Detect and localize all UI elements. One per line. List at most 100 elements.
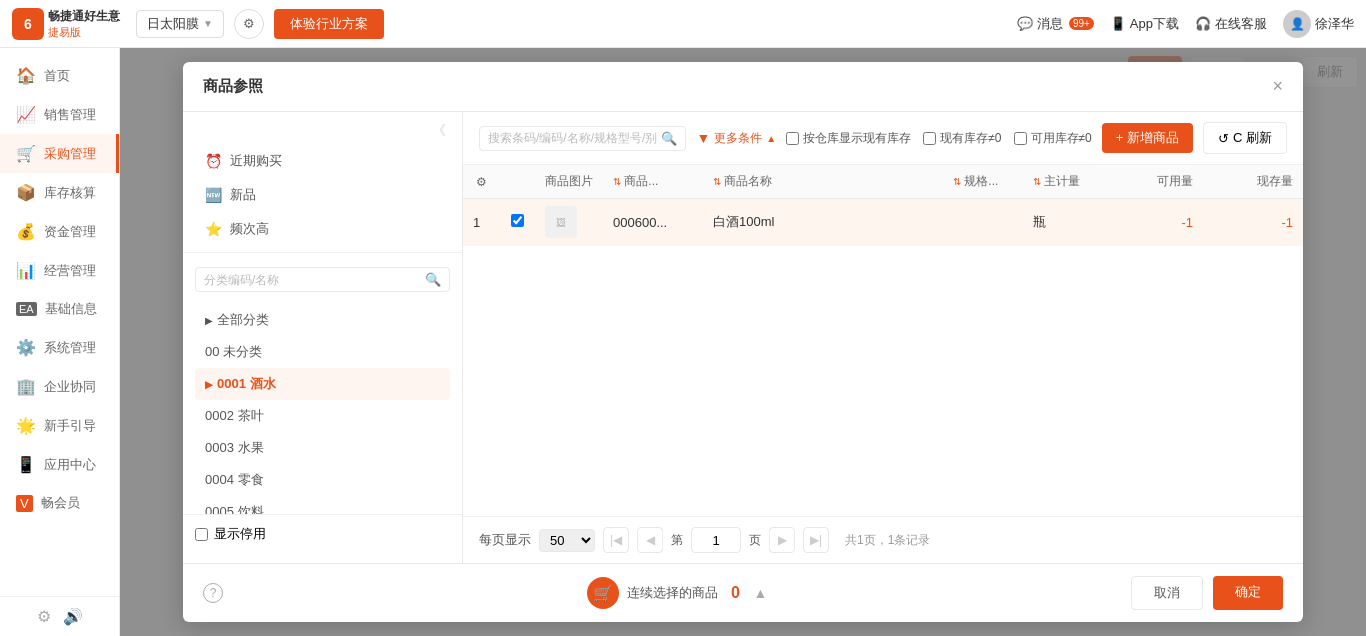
left-nav-recent[interactable]: ⏰ 近期购买	[195, 144, 450, 178]
category-item-0004[interactable]: 0004 零食	[195, 464, 450, 496]
sidebar-item-apps[interactable]: 📱 应用中心	[0, 445, 119, 484]
page-input[interactable]: 1	[691, 527, 741, 553]
cart-icon[interactable]: 🛒	[587, 577, 619, 609]
category-item-0001[interactable]: ▶ 0001 酒水	[195, 368, 450, 400]
sidebar-label: 应用中心	[44, 456, 96, 474]
check-warehouse-stock[interactable]: 按仓库显示现有库存	[786, 130, 911, 147]
settings-bottom-icon[interactable]: ⚙	[37, 607, 51, 626]
sidebar-item-enterprise[interactable]: 🏢 企业协同	[0, 367, 119, 406]
page-size-select[interactable]: 50 10 20 100	[539, 529, 595, 552]
category-item-0003[interactable]: 0003 水果	[195, 432, 450, 464]
filter-more-btn[interactable]: ▼ 更多条件 ▲	[696, 130, 776, 147]
main-layout: 🏠 首页 📈 销售管理 🛒 采购管理 📦 库存核算 💰 资金管理 📊 经营管理 …	[0, 48, 1366, 636]
close-icon[interactable]: ×	[1272, 76, 1283, 97]
modal-body: 《 ⏰ 近期购买 🆕 新品 ⭐	[183, 112, 1303, 563]
sidebar-label: 首页	[44, 67, 70, 85]
row-seq: 1	[463, 199, 499, 246]
filter-checkboxes: 按仓库显示现有库存 现有库存≠0 可用库存≠0	[786, 130, 1092, 147]
table-row[interactable]: 1 🖼 000600... 白酒100ml	[463, 199, 1303, 246]
basic-icon: EA	[16, 302, 37, 316]
product-search-input[interactable]	[488, 131, 657, 145]
refresh-btn[interactable]: ↺ C 刷新	[1203, 122, 1287, 154]
category-item-0005[interactable]: 0005 饮料	[195, 496, 450, 514]
col-settings[interactable]: ⚙	[463, 165, 499, 199]
product-table: ⚙ 商品图片 ⇅ 商品... ⇅	[463, 165, 1303, 246]
left-nav-new[interactable]: 🆕 新品	[195, 178, 450, 212]
category-list: ▶ 全部分类 00 未分类 ▶ 0001 酒水 0002 茶	[183, 300, 462, 514]
logo-icon: 6	[12, 8, 44, 40]
category-item-00[interactable]: 00 未分类	[195, 336, 450, 368]
new-icon: 🆕	[205, 187, 222, 203]
modal-overlay: 商品参照 × 《 ⏰ 近期购买	[120, 48, 1366, 636]
col-spec[interactable]: ⇅ 规格...	[943, 165, 1023, 199]
cart-collapse-icon[interactable]: ▲	[754, 585, 768, 601]
refresh-icon: ↺	[1218, 131, 1229, 146]
category-name: 0003 水果	[205, 439, 264, 457]
col-img: 商品图片	[535, 165, 603, 199]
exp-btn[interactable]: 体验行业方案	[274, 9, 384, 39]
purchase-icon: 🛒	[16, 144, 36, 163]
category-name: 0002 茶叶	[205, 407, 264, 425]
sidebar-item-finance[interactable]: 💰 资金管理	[0, 212, 119, 251]
sidebar-item-guide[interactable]: 🌟 新手引导	[0, 406, 119, 445]
category-name: 全部分类	[217, 311, 269, 329]
sidebar-label: 畅会员	[41, 494, 80, 512]
sidebar-label: 库存核算	[44, 184, 96, 202]
next-page-btn[interactable]: ▶	[769, 527, 795, 553]
nav-selector[interactable]: 日太阳膜 ▼	[136, 10, 224, 38]
mobile-icon: 📱	[1110, 16, 1126, 31]
prev-page-btn[interactable]: ◀	[637, 527, 663, 553]
modal-footer: ? 🛒 连续选择的商品 0 ▲ 取消 确定	[183, 563, 1303, 622]
content-area: 刷新 查询 设置 商品参照 × 《	[120, 48, 1366, 636]
apps-icon: 📱	[16, 455, 36, 474]
product-table-wrap: ⚙ 商品图片 ⇅ 商品... ⇅	[463, 165, 1303, 516]
collapse-icon[interactable]: 《	[428, 122, 450, 140]
sidebar-item-member[interactable]: V 畅会员	[0, 484, 119, 522]
sort-icon: ⇅	[1033, 176, 1041, 187]
sidebar-item-inventory[interactable]: 📦 库存核算	[0, 173, 119, 212]
customer-service-nav[interactable]: 🎧 在线客服	[1195, 15, 1267, 33]
search-icon: 🔍	[661, 131, 677, 146]
left-nav-frequent[interactable]: ⭐ 频次高	[195, 212, 450, 246]
search-icon: 🔍	[425, 272, 441, 287]
app-download-nav[interactable]: 📱 App下载	[1110, 15, 1179, 33]
logo-text: 畅捷通好生意 捷易版	[48, 8, 120, 40]
volume-icon[interactable]: 🔊	[63, 607, 83, 626]
left-nav: 《 ⏰ 近期购买 🆕 新品 ⭐	[183, 122, 462, 246]
category-search-input[interactable]	[204, 273, 421, 287]
show-disabled-checkbox[interactable]	[195, 528, 208, 541]
settings-icon[interactable]: ⚙	[234, 9, 264, 39]
category-name: 0005 饮料	[205, 503, 264, 514]
left-nav-new-label: 新品	[230, 186, 256, 204]
col-code[interactable]: ⇅ 商品...	[603, 165, 703, 199]
check-nonzero-avail[interactable]: 可用库存≠0	[1014, 130, 1092, 147]
confirm-button[interactable]: 确定	[1213, 576, 1283, 610]
sidebar-item-system[interactable]: ⚙️ 系统管理	[0, 328, 119, 367]
headset-icon: 🎧	[1195, 16, 1211, 31]
sort-icon: ⇅	[613, 176, 621, 187]
enterprise-icon: 🏢	[16, 377, 36, 396]
top-nav: 6 畅捷通好生意 捷易版 日太阳膜 ▼ ⚙ 体验行业方案 💬 消息 99+ 📱 …	[0, 0, 1366, 48]
last-page-btn[interactable]: ▶|	[803, 527, 829, 553]
check-nonzero-stock[interactable]: 现有库存≠0	[923, 130, 1001, 147]
first-page-btn[interactable]: |◀	[603, 527, 629, 553]
sidebar-item-sales[interactable]: 📈 销售管理	[0, 95, 119, 134]
sidebar-item-home[interactable]: 🏠 首页	[0, 56, 119, 95]
sidebar-item-purchase[interactable]: 🛒 采购管理	[0, 134, 119, 173]
row-checkbox[interactable]	[499, 199, 535, 246]
category-item-0002[interactable]: 0002 茶叶	[195, 400, 450, 432]
sidebar-label: 资金管理	[44, 223, 96, 241]
sidebar-label: 经营管理	[44, 262, 96, 280]
right-panel: 🔍 ▼ 更多条件 ▲ 按仓库显示现有库存	[463, 112, 1303, 563]
messages-nav[interactable]: 💬 消息 99+	[1017, 15, 1094, 33]
help-icon[interactable]: ?	[203, 583, 223, 603]
sidebar-item-basic[interactable]: EA 基础信息	[0, 290, 119, 328]
add-product-btn[interactable]: + 新增商品	[1102, 123, 1193, 153]
category-item-all[interactable]: ▶ 全部分类	[195, 304, 450, 336]
col-name[interactable]: ⇅ 商品名称	[703, 165, 943, 199]
col-unit[interactable]: ⇅ 主计量	[1023, 165, 1103, 199]
user-nav[interactable]: 👤 徐泽华	[1283, 10, 1354, 38]
cancel-button[interactable]: 取消	[1131, 576, 1203, 610]
sort-icon: ⇅	[713, 176, 721, 187]
sidebar-item-management[interactable]: 📊 经营管理	[0, 251, 119, 290]
